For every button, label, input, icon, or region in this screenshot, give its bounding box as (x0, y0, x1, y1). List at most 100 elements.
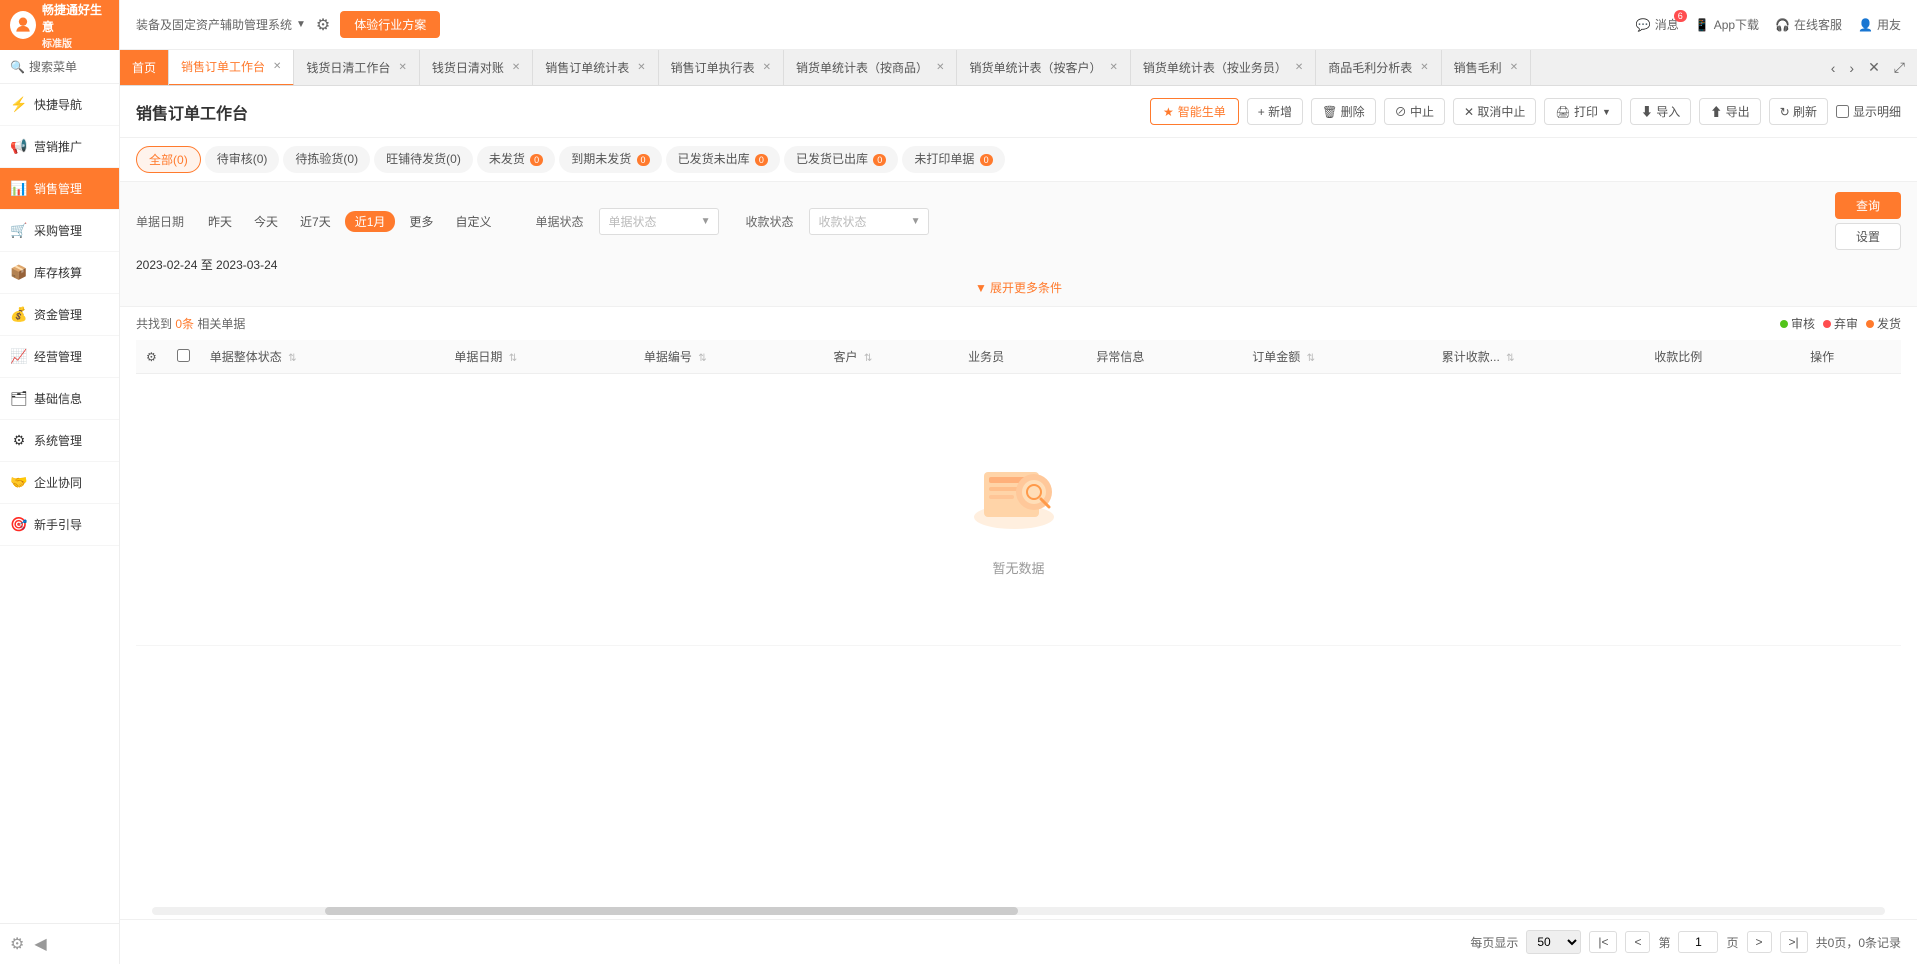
topbar-gear-icon[interactable]: ⚙ (316, 15, 330, 35)
select-all-checkbox[interactable] (177, 349, 190, 362)
tab-close-cash-daily[interactable]: ✕ (398, 62, 406, 73)
subtab-pending-review[interactable]: 待审核(0) (205, 146, 280, 173)
subtab-wangpu[interactable]: 旺铺待发货(0) (374, 146, 473, 173)
subtab-all[interactable]: 全部(0) (136, 146, 201, 173)
stop-button[interactable]: ⊘ 中止 (1384, 98, 1445, 125)
th-customer[interactable]: 客户 ⇅ (823, 340, 958, 374)
review-action-button[interactable]: 审核 (1780, 315, 1815, 332)
print-button[interactable]: 🖨 打印 ▼ (1544, 98, 1622, 125)
message-button[interactable]: 💬 消息 6 (1636, 16, 1679, 33)
tab-close-sales-workbench[interactable]: ✕ (273, 61, 281, 72)
tab-fullscreen-button[interactable]: ⤢ (1890, 57, 1909, 78)
delete-button[interactable]: 🗑 删除 (1311, 98, 1376, 125)
subtab-shipped-not-out[interactable]: 已发货未出库 0 (666, 146, 780, 173)
smart-generate-button[interactable]: ★ 智能生单 (1150, 98, 1239, 125)
sidebar-item-basic[interactable]: 🗂 基础信息 (0, 378, 119, 420)
th-status[interactable]: 单据整体状态 ⇅ (200, 340, 445, 374)
subtab-expired[interactable]: 到期未发货 0 (559, 146, 661, 173)
page-last-button[interactable]: >| (1780, 931, 1808, 953)
app-download-button[interactable]: 📱 App下载 (1695, 16, 1759, 33)
subtab-pending-check[interactable]: 待拣验货(0) (283, 146, 370, 173)
import-button[interactable]: ⬇ 导入 (1630, 98, 1691, 125)
th-exception[interactable]: 异常信息 (1086, 340, 1242, 374)
th-date[interactable]: 单据日期 ⇅ (444, 340, 634, 374)
show-detail-input[interactable] (1836, 105, 1849, 118)
show-detail-checkbox[interactable]: 显示明细 (1836, 103, 1901, 120)
user-menu-button[interactable]: 👤 用友 (1858, 16, 1901, 33)
page-next-button[interactable]: > (1747, 931, 1772, 953)
sidebar-search[interactable]: 🔍 搜索菜单 (0, 50, 119, 84)
tab-sales-stat-staff[interactable]: 销货单统计表（按业务员） ✕ (1131, 50, 1316, 86)
subtab-not-shipped[interactable]: 未发货 0 (477, 146, 555, 173)
add-button[interactable]: + 新增 (1247, 98, 1303, 125)
tab-sales-stat-product[interactable]: 销货单统计表（按商品） ✕ (784, 50, 957, 86)
subtab-not-printed[interactable]: 未打印单据 0 (902, 146, 1004, 173)
sidebar-item-inventory[interactable]: 📦 库存核算 (0, 252, 119, 294)
per-page-select[interactable]: 50 100 200 (1526, 930, 1581, 954)
date-btn-today[interactable]: 今天 (246, 211, 286, 232)
sidebar-item-purchase[interactable]: 🛒 采购管理 (0, 210, 119, 252)
cancel-stop-button[interactable]: ✕ 取消中止 (1453, 98, 1536, 125)
date-btn-more[interactable]: 更多 (401, 211, 441, 232)
th-checkbox[interactable] (167, 340, 200, 374)
tab-profit-analysis[interactable]: 商品毛利分析表 ✕ (1316, 50, 1441, 86)
system-title[interactable]: 装备及固定资产辅助管理系统 ▼ (136, 16, 306, 33)
tab-close-sales-gross[interactable]: ✕ (1510, 62, 1518, 73)
query-button[interactable]: 查询 (1835, 192, 1901, 219)
sidebar-item-enterprise[interactable]: 🤝 企业协同 (0, 462, 119, 504)
collapse-icon[interactable]: ◀ (34, 934, 46, 954)
expand-button[interactable]: ▼ 展开更多条件 (975, 279, 1062, 296)
tab-close-sales-exec[interactable]: ✕ (763, 62, 771, 73)
tab-close-profit-analysis[interactable]: ✕ (1420, 62, 1428, 73)
tab-cash-reconcile[interactable]: 钱货日清对账 ✕ (420, 50, 533, 86)
sidebar-item-sales[interactable]: 📊 销售管理 (0, 168, 119, 210)
tab-cash-daily[interactable]: 钱货日清工作台 ✕ (294, 50, 419, 86)
tab-sales-workbench[interactable]: 销售订单工作台 ✕ (169, 50, 294, 86)
date-btn-7days[interactable]: 近7天 (292, 211, 339, 232)
sidebar-item-quick-nav[interactable]: ⚡ 快捷导航 (0, 84, 119, 126)
online-service-button[interactable]: 🎧 在线客服 (1775, 16, 1842, 33)
tab-scroll-right-button[interactable]: › (1845, 58, 1858, 78)
tab-sales-stat[interactable]: 销售订单统计表 ✕ (533, 50, 658, 86)
page-first-button[interactable]: |< (1589, 931, 1617, 953)
solution-button[interactable]: 体验行业方案 (340, 11, 440, 38)
export-button[interactable]: ⬆ 导出 (1699, 98, 1760, 125)
date-btn-1month[interactable]: 近1月 (345, 211, 396, 232)
tab-scroll-left-button[interactable]: ‹ (1827, 58, 1840, 78)
tab-home[interactable]: 首页 (120, 50, 169, 86)
tab-sales-exec[interactable]: 销售订单执行表 ✕ (659, 50, 784, 86)
subtab-shipped-out[interactable]: 已发货已出库 0 (784, 146, 898, 173)
th-number[interactable]: 单据编号 ⇅ (634, 340, 824, 374)
payment-select[interactable]: 收款状态 ▼ (809, 208, 929, 235)
th-amount[interactable]: 订单金额 ⇅ (1242, 340, 1432, 374)
tab-close-cash-reconcile[interactable]: ✕ (512, 62, 520, 73)
scrollbar-thumb[interactable] (325, 907, 1018, 915)
page-prev-button[interactable]: < (1625, 931, 1650, 953)
tab-close-sales-stat-customer[interactable]: ✕ (1109, 62, 1117, 73)
sidebar-item-system[interactable]: ⚙ 系统管理 (0, 420, 119, 462)
refresh-button[interactable]: ↻ 刷新 (1769, 98, 1828, 125)
tab-close-sales-stat[interactable]: ✕ (637, 62, 645, 73)
sidebar-item-guide[interactable]: 🎯 新手引导 (0, 504, 119, 546)
tab-close-sales-stat-staff[interactable]: ✕ (1295, 62, 1303, 73)
horizontal-scrollbar[interactable] (152, 907, 1885, 915)
sidebar-item-marketing[interactable]: 📢 营销推广 (0, 126, 119, 168)
settings-bottom-icon[interactable]: ⚙ (10, 934, 24, 954)
sidebar-item-finance[interactable]: 💰 资金管理 (0, 294, 119, 336)
set-button[interactable]: 设置 (1835, 223, 1901, 250)
status-select[interactable]: 单据状态 ▼ (599, 208, 719, 235)
th-collected[interactable]: 累计收款... ⇅ (1432, 340, 1644, 374)
tab-close-all-button[interactable]: ✕ (1864, 57, 1884, 78)
tab-close-sales-stat-product[interactable]: ✕ (936, 62, 944, 73)
ship-action-button[interactable]: 发货 (1866, 315, 1901, 332)
date-btn-custom[interactable]: 自定义 (447, 211, 499, 232)
tab-sales-stat-customer[interactable]: 销货单统计表（按客户） ✕ (957, 50, 1130, 86)
withdraw-action-button[interactable]: 弃审 (1823, 315, 1858, 332)
sidebar-item-operation[interactable]: 📈 经营管理 (0, 336, 119, 378)
tab-sales-gross[interactable]: 销售毛利 ✕ (1442, 50, 1531, 86)
page-number-input[interactable] (1678, 931, 1718, 953)
th-staff[interactable]: 业务员 (958, 340, 1086, 374)
expand-down-icon: ▼ (975, 281, 987, 295)
th-ratio[interactable]: 收款比例 (1644, 340, 1800, 374)
date-btn-yesterday[interactable]: 昨天 (200, 211, 240, 232)
